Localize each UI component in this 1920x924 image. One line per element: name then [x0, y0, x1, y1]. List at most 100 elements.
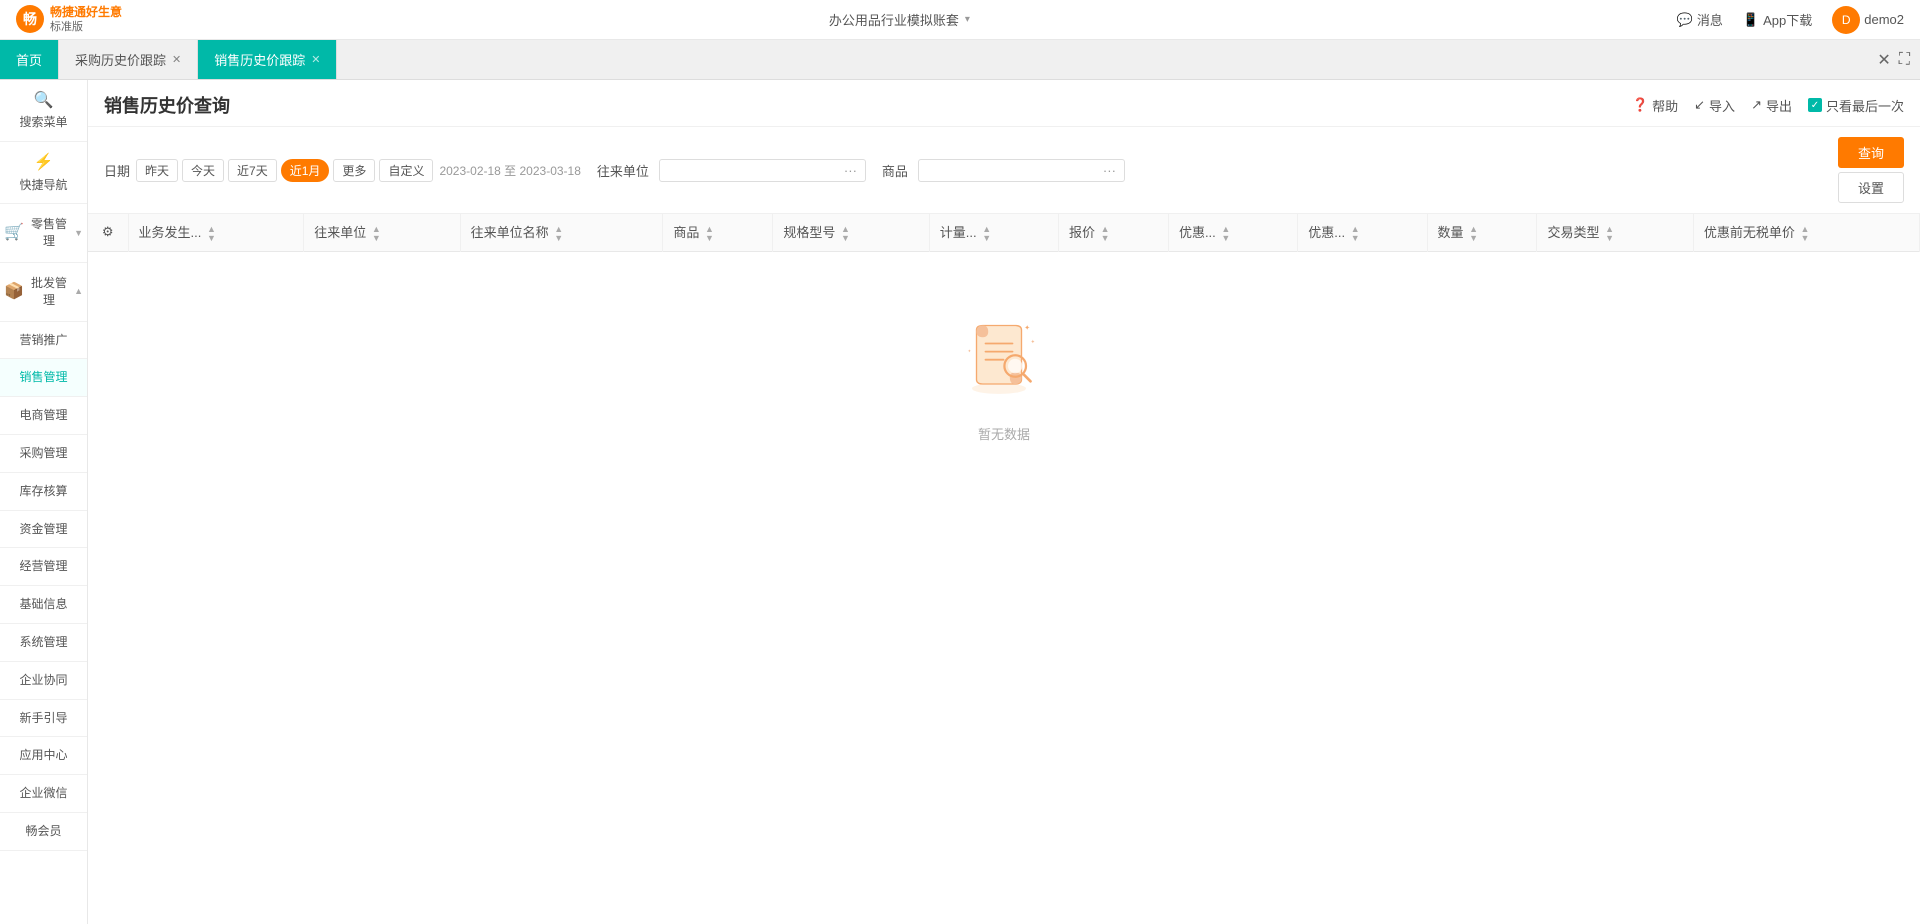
tab-sales-history[interactable]: 销售历史价跟踪 ✕ [198, 40, 337, 79]
goods-input-wrap[interactable]: ··· [918, 159, 1125, 182]
only-last-checkbox[interactable]: ✓ [1808, 98, 1822, 112]
col-unit[interactable]: 计量... ▲▼ [929, 214, 1058, 251]
sidebar-item-sales-mgmt[interactable]: 销售管理 [0, 359, 87, 397]
sidebar-item-inventory-check[interactable]: 库存核算 [0, 473, 87, 511]
top-header: 畅 畅捷通好生意 标准版 办公用品行业模拟账套 ▾ 💬 消息 📱 App下载 D… [0, 0, 1920, 40]
sidebar-item-label: 应用中心 [19, 747, 67, 764]
sidebar-item-retail-mgmt[interactable]: 🛒 零售管理 ▼ [0, 204, 87, 263]
col-counterpart-name[interactable]: 往来单位名称 ▲▼ [460, 214, 663, 251]
workspace-title: 办公用品行业模拟账套 [829, 10, 959, 29]
goods-input[interactable] [927, 163, 1103, 178]
sidebar-item-label: 企业微信 [19, 785, 67, 802]
col-discount2[interactable]: 优惠... ▲▼ [1298, 214, 1427, 251]
tabs-bar-right: ✕ ⛶ [1867, 40, 1920, 79]
date-filter-label: 日期 [104, 161, 130, 180]
sidebar-item-label: 搜索菜单 [19, 114, 67, 131]
sidebar-item-search-menu[interactable]: 🔍 搜索菜单 [0, 80, 87, 142]
date-btn-1month[interactable]: 近1月 [281, 159, 330, 182]
tab-home[interactable]: 首页 [0, 40, 59, 79]
page-header: 销售历史价查询 ❓ 帮助 ↙ 导入 ↗ 导出 ✓ 只看最后一次 [88, 80, 1920, 127]
username: demo2 [1864, 12, 1904, 27]
col-spec[interactable]: 规格型号 ▲▼ [773, 214, 929, 251]
sidebar-item-label: 资金管理 [19, 521, 67, 538]
tab-purchase-history-label: 采购历史价跟踪 [75, 50, 166, 69]
date-btn-more[interactable]: 更多 [333, 159, 375, 182]
col-pre-tax-price[interactable]: 优惠前无税单价 ▲▼ [1693, 214, 1919, 251]
col-goods[interactable]: 商品 ▲▼ [663, 214, 773, 251]
sidebar-item-app-center[interactable]: 应用中心 [0, 737, 87, 775]
date-btn-yesterday[interactable]: 昨天 [136, 159, 178, 182]
col-quoted-price[interactable]: 报价 ▲▼ [1059, 214, 1169, 251]
message-btn[interactable]: 💬 消息 [1677, 10, 1723, 29]
help-btn[interactable]: ❓ 帮助 [1632, 96, 1678, 115]
sort-icon: ▲▼ [1221, 225, 1230, 243]
filter-actions: 查询 设置 [1838, 137, 1904, 203]
sidebar-item-label: 库存核算 [19, 483, 67, 500]
workspace-selector[interactable]: 办公用品行业模拟账套 ▾ [829, 10, 970, 29]
query-button[interactable]: 查询 [1838, 137, 1904, 168]
sort-icon: ▲▼ [705, 225, 714, 243]
sidebar-item-enterprise-collab[interactable]: 企业协同 [0, 662, 87, 700]
import-icon: ↙ [1694, 97, 1705, 113]
sidebar-item-member-club[interactable]: 畅会员 [0, 813, 87, 851]
col-trade-type[interactable]: 交易类型 ▲▼ [1537, 214, 1693, 251]
tab-purchase-history[interactable]: 采购历史价跟踪 ✕ [59, 40, 198, 79]
date-btn-today[interactable]: 今天 [182, 159, 224, 182]
goods-filter-group: 商品 ··· [882, 159, 1125, 182]
settings-gear-icon[interactable]: ⚙ [102, 224, 114, 239]
counterpart-lookup-icon[interactable]: ··· [844, 163, 857, 178]
date-btn-custom[interactable]: 自定义 [379, 159, 433, 182]
sidebar-item-label: 畅会员 [25, 823, 61, 840]
sidebar-item-enterprise-wechat[interactable]: 企业微信 [0, 775, 87, 813]
sidebar-item-operations-mgmt[interactable]: 经营管理 [0, 548, 87, 586]
sort-icon: ▲▼ [207, 225, 216, 243]
user-avatar-area[interactable]: D demo2 [1832, 6, 1904, 34]
header-right: 💬 消息 📱 App下载 D demo2 [1677, 6, 1904, 34]
sidebar-item-label: 营销推广 [19, 332, 67, 349]
app-download-btn[interactable]: 📱 App下载 [1743, 10, 1812, 29]
export-btn[interactable]: ↗ 导出 [1751, 96, 1792, 115]
tab-close-all-icon[interactable]: ✕ [1877, 50, 1890, 70]
data-table: ⚙ 业务发生... ▲▼ 往来单位 ▲▼ 往来单位名称 ▲▼ [88, 214, 1920, 252]
sort-icon: ▲▼ [982, 225, 991, 243]
sidebar-item-marketing-promo[interactable]: 营销推广 [0, 322, 87, 360]
workspace-dropdown-arrow[interactable]: ▾ [965, 14, 970, 25]
import-btn[interactable]: ↙ 导入 [1694, 96, 1735, 115]
col-discount1[interactable]: 优惠... ▲▼ [1168, 214, 1297, 251]
sidebar-item-system-mgmt[interactable]: 系统管理 [0, 624, 87, 662]
col-counterpart-code[interactable]: 往来单位 ▲▼ [304, 214, 460, 251]
only-last-checkbox-area[interactable]: ✓ 只看最后一次 [1808, 96, 1904, 115]
sidebar-item-label: 新手引导 [19, 710, 67, 727]
sidebar-item-finance-mgmt[interactable]: 资金管理 [0, 511, 87, 549]
sidebar-item-new-guide[interactable]: 新手引导 [0, 700, 87, 738]
sidebar-item-wholesale-mgmt[interactable]: 📦 批发管理 ▲ [0, 263, 87, 322]
col-settings[interactable]: ⚙ [88, 214, 128, 251]
message-icon: 💬 [1677, 12, 1693, 28]
sidebar-item-label: 批发管理 [26, 275, 72, 309]
sidebar-item-quick-nav[interactable]: ⚡ 快捷导航 [0, 142, 87, 204]
sort-icon: ▲▼ [1101, 225, 1110, 243]
sidebar-item-purchase-mgmt[interactable]: 采购管理 [0, 435, 87, 473]
col-quantity[interactable]: 数量 ▲▼ [1427, 214, 1537, 251]
sort-icon: ▲▼ [1800, 225, 1809, 243]
setting-button[interactable]: 设置 [1838, 172, 1904, 203]
export-icon: ↗ [1751, 97, 1762, 113]
empty-state: ✦ ✦ ✦ 暂无数据 [88, 252, 1920, 503]
col-biz-date[interactable]: 业务发生... ▲▼ [128, 214, 304, 251]
tab-purchase-close-icon[interactable]: ✕ [172, 53, 181, 66]
sidebar-item-label: 系统管理 [19, 634, 67, 651]
tab-sales-close-icon[interactable]: ✕ [311, 53, 320, 66]
empty-state-text: 暂无数据 [978, 424, 1030, 443]
tab-expand-icon[interactable]: ⛶ [1899, 51, 1910, 69]
sidebar-item-basic-info[interactable]: 基础信息 [0, 586, 87, 624]
quick-nav-icon: ⚡ [34, 152, 54, 174]
table-wrap: ⚙ 业务发生... ▲▼ 往来单位 ▲▼ 往来单位名称 ▲▼ [88, 214, 1920, 924]
sidebar-item-label: 企业协同 [19, 672, 67, 689]
sidebar-item-ecommerce-mgmt[interactable]: 电商管理 [0, 397, 87, 435]
empty-state-icon: ✦ ✦ ✦ [954, 312, 1054, 412]
counterpart-input-wrap[interactable]: ··· [659, 159, 866, 182]
goods-lookup-icon[interactable]: ··· [1103, 163, 1116, 178]
counterpart-input[interactable] [668, 163, 844, 178]
chevron-down-icon: ▼ [74, 227, 83, 240]
date-btn-7days[interactable]: 近7天 [228, 159, 277, 182]
